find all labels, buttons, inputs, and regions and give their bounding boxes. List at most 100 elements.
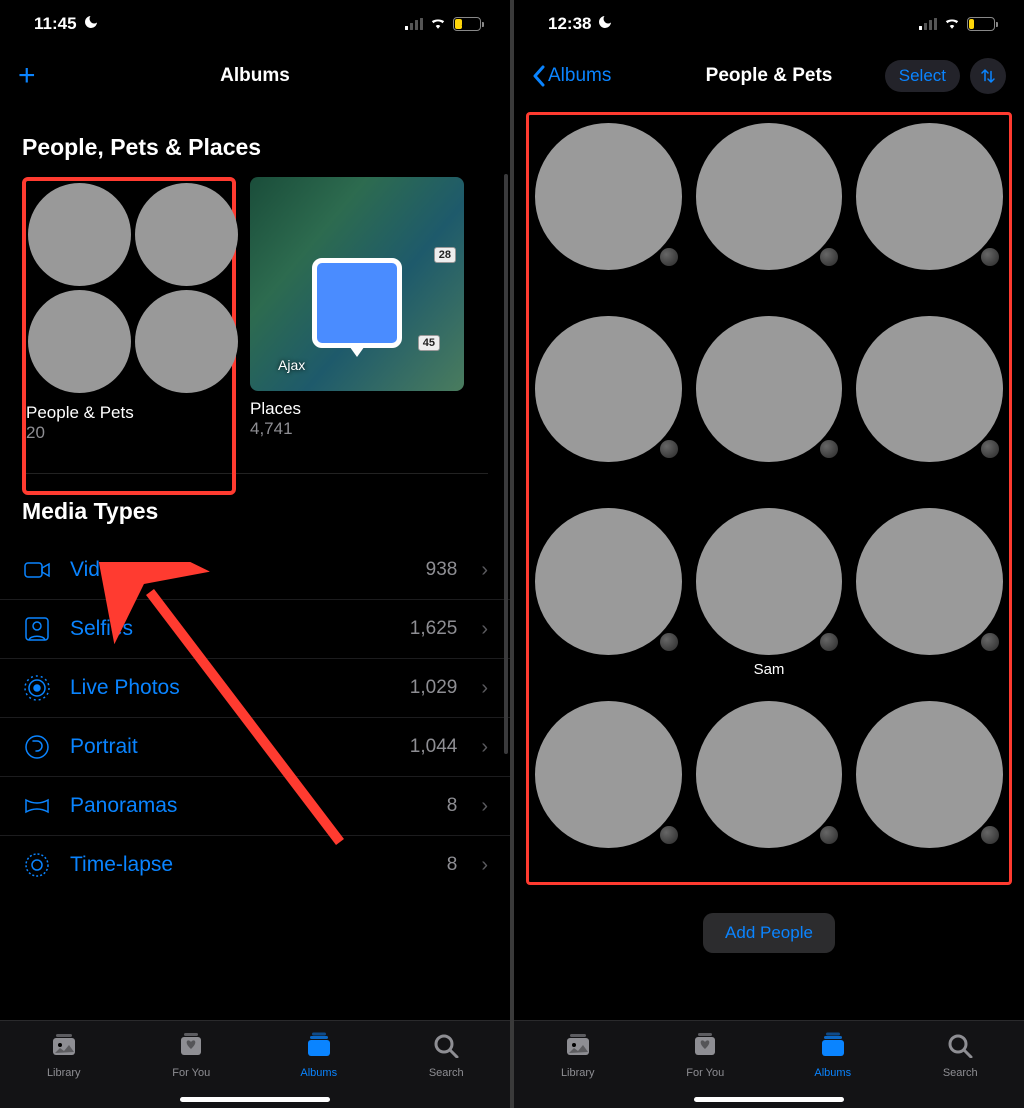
chevron-right-icon: › xyxy=(481,795,488,818)
library-icon xyxy=(564,1032,592,1063)
person-avatar xyxy=(856,123,1003,270)
row-label: Live Photos xyxy=(70,676,392,700)
wifi-icon xyxy=(943,14,961,34)
tab-albums[interactable]: Albums xyxy=(255,1021,383,1090)
people-pets-album[interactable]: People & Pets 20 xyxy=(22,177,236,495)
tab-label: Search xyxy=(943,1067,978,1079)
person-item[interactable] xyxy=(535,123,682,294)
foryou-icon xyxy=(691,1032,719,1063)
battery-indicator: 29 xyxy=(453,17,484,31)
map-pin-icon xyxy=(312,258,402,348)
tab-bar: Library For You AlbumsSearch xyxy=(0,1020,510,1108)
sort-button[interactable] xyxy=(970,58,1006,94)
albums-content[interactable]: People, Pets & Places People & Pets 20 2… xyxy=(0,104,510,1020)
person-item[interactable] xyxy=(696,123,843,294)
person-avatar xyxy=(696,123,843,270)
media-type-pano[interactable]: Panoramas 8 › xyxy=(0,777,510,836)
tab-library[interactable]: Library xyxy=(514,1021,642,1090)
cellular-icon xyxy=(405,18,423,30)
person-avatar xyxy=(696,316,843,463)
row-label: Videos xyxy=(70,558,408,582)
person-item[interactable] xyxy=(856,316,1003,487)
portrait-icon xyxy=(22,732,52,762)
tab-label: For You xyxy=(686,1067,724,1079)
dnd-moon-icon xyxy=(597,14,613,35)
map-city-label: Ajax xyxy=(278,357,305,373)
chevron-right-icon: › xyxy=(481,618,488,641)
person-avatar xyxy=(696,508,843,655)
row-count: 1,044 xyxy=(410,736,458,758)
row-count: 1,029 xyxy=(410,677,458,699)
person-item[interactable] xyxy=(856,508,1003,679)
wifi-icon xyxy=(429,14,447,34)
timelapse-icon xyxy=(22,850,52,880)
media-type-portrait[interactable]: Portrait1,044› xyxy=(0,718,510,777)
back-label: Albums xyxy=(548,65,611,87)
tab-label: For You xyxy=(172,1067,210,1079)
tab-label: Library xyxy=(47,1067,81,1079)
person-item[interactable]: Sam xyxy=(696,508,843,679)
select-button[interactable]: Select xyxy=(885,60,960,92)
tab-search[interactable]: Search xyxy=(897,1021,1024,1090)
status-bar: 11:45 29 xyxy=(0,0,510,48)
row-count: 1,625 xyxy=(410,618,458,640)
tab-library[interactable]: Library xyxy=(0,1021,128,1090)
add-album-button[interactable]: + xyxy=(18,61,36,91)
media-type-selfie[interactable]: Selfies 1,625 › xyxy=(0,600,510,659)
phone-albums-screen: 11:45 29 + Albums xyxy=(0,0,510,1108)
phone-people-pets-screen: 12:38 20 Albums xyxy=(514,0,1024,1108)
chevron-right-icon: › xyxy=(481,854,488,877)
people-pets-title: People & Pets xyxy=(26,395,232,423)
video-icon xyxy=(22,555,52,585)
row-count: 938 xyxy=(426,559,458,581)
library-icon xyxy=(50,1032,78,1063)
tab-search[interactable]: Search xyxy=(383,1021,511,1090)
people-content[interactable]: Sam Add People xyxy=(514,104,1024,1020)
media-type-timelapse[interactable]: Time-lapse8› xyxy=(0,836,510,894)
back-button[interactable]: Albums xyxy=(532,65,611,87)
status-time: 12:38 xyxy=(548,14,591,34)
person-item[interactable] xyxy=(535,508,682,679)
nav-bar: + Albums xyxy=(0,48,510,104)
person-avatar xyxy=(856,701,1003,848)
places-thumb: 28 45 Ajax xyxy=(250,177,464,391)
albums-icon xyxy=(305,1032,333,1063)
live-icon xyxy=(22,673,52,703)
chevron-right-icon: › xyxy=(481,559,488,582)
person-item[interactable] xyxy=(856,123,1003,294)
dnd-moon-icon xyxy=(83,14,99,35)
home-indicator[interactable] xyxy=(694,1097,844,1102)
row-label: Selfies xyxy=(70,617,392,641)
tab-albums[interactable]: Albums xyxy=(769,1021,897,1090)
person-avatar xyxy=(535,508,682,655)
person-item[interactable] xyxy=(696,316,843,487)
person-item[interactable] xyxy=(535,701,682,872)
media-type-video[interactable]: Videos 938 › xyxy=(0,541,510,600)
foryou-icon xyxy=(177,1032,205,1063)
media-type-live[interactable]: Live Photos 1,029 › xyxy=(0,659,510,718)
person-item[interactable] xyxy=(856,701,1003,872)
places-album[interactable]: 28 45 Ajax Places 4,741 xyxy=(250,177,464,447)
search-icon xyxy=(432,1032,460,1063)
tab-bar: Library For You Albums Search xyxy=(514,1020,1024,1108)
row-label: Portrait xyxy=(70,735,392,759)
tab-foryou[interactable]: For You xyxy=(642,1021,770,1090)
cellular-icon xyxy=(919,18,937,30)
person-item[interactable] xyxy=(535,316,682,487)
places-count: 4,741 xyxy=(250,419,464,439)
person-avatar xyxy=(535,123,682,270)
nav-title: Albums xyxy=(0,65,510,87)
person-avatar xyxy=(696,701,843,848)
row-count: 8 xyxy=(447,795,458,817)
selfie-icon xyxy=(22,614,52,644)
row-label: Panoramas xyxy=(70,794,429,818)
home-indicator[interactable] xyxy=(180,1097,330,1102)
add-people-button[interactable]: Add People xyxy=(703,913,835,953)
section-people-pets-places: People, Pets & Places xyxy=(0,104,510,177)
chevron-right-icon: › xyxy=(481,677,488,700)
tab-foryou[interactable]: For You xyxy=(128,1021,256,1090)
scroll-indicator[interactable] xyxy=(504,174,508,754)
search-icon xyxy=(946,1032,974,1063)
albums-icon xyxy=(819,1032,847,1063)
person-item[interactable] xyxy=(696,701,843,872)
